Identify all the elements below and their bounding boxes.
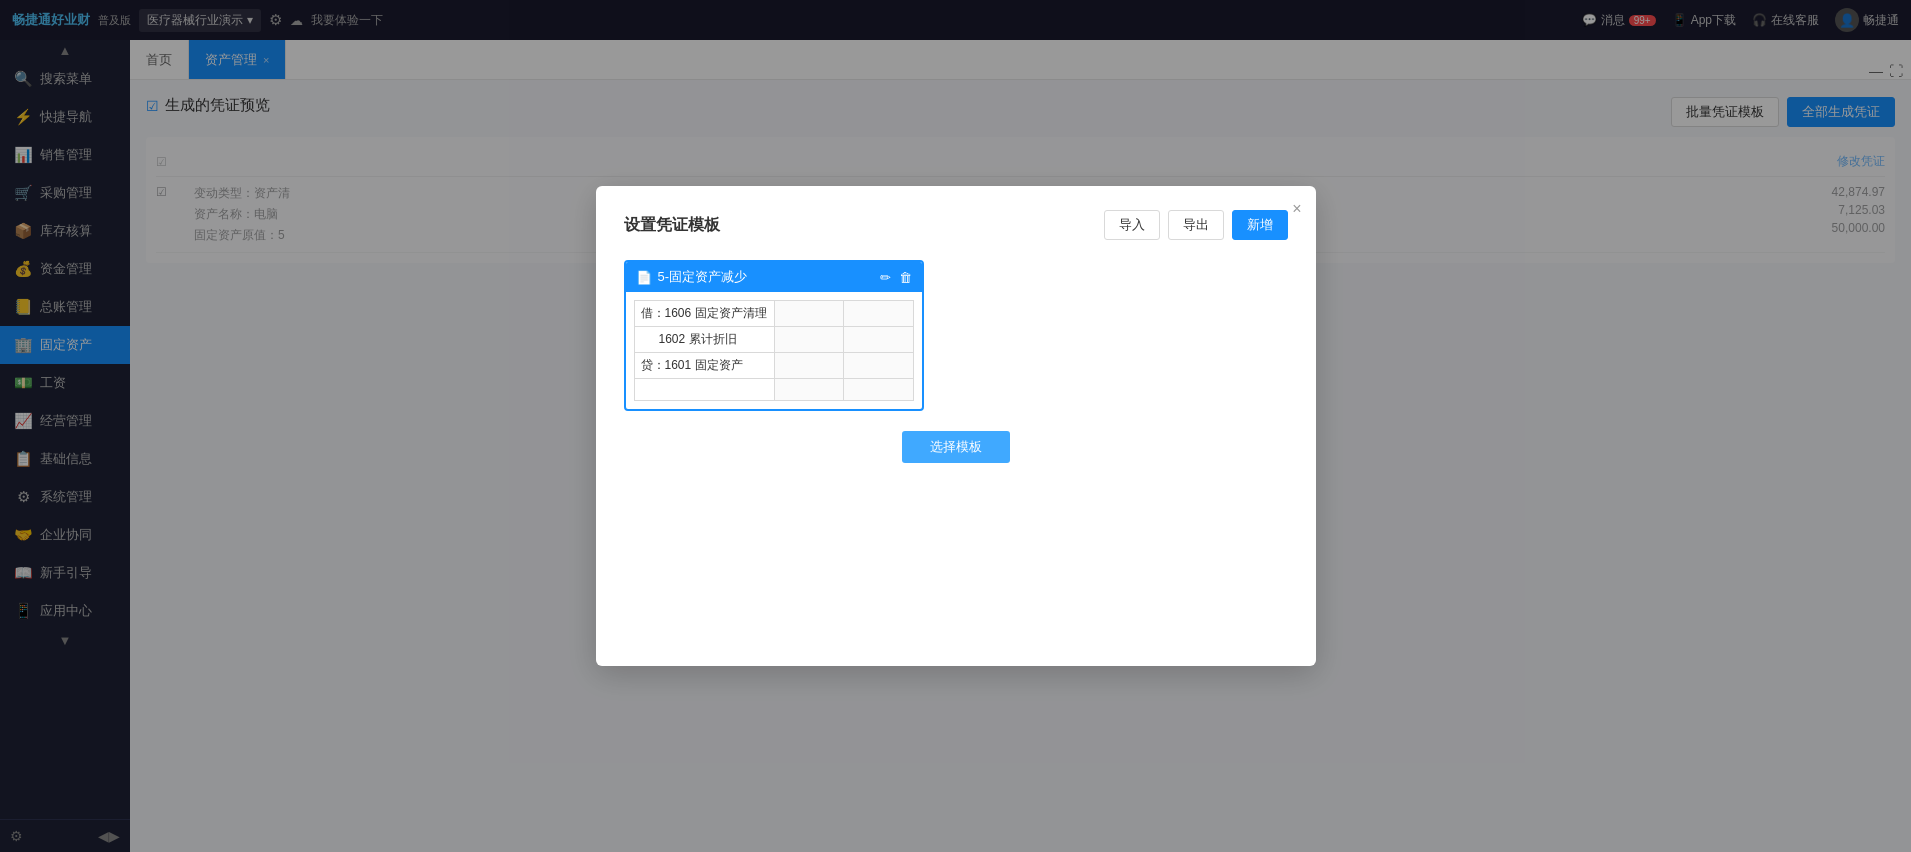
entry-credit-1 (844, 327, 914, 353)
template-card-header: 📄 5-固定资产减少 ✏ 🗑 (626, 262, 922, 292)
table-row: 1602 累计折旧 (634, 327, 913, 353)
entry-debit-1 (774, 327, 844, 353)
template-card-title-area: 📄 5-固定资产减少 (636, 268, 748, 286)
modal-close-button[interactable]: × (1292, 200, 1301, 218)
template-card: 📄 5-固定资产减少 ✏ 🗑 借：1606 固定资产清理 (624, 260, 924, 411)
select-template-button[interactable]: 选择模板 (902, 431, 1010, 463)
entry-type-2: 贷：1601 固定资产 (634, 353, 774, 379)
template-card-actions: ✏ 🗑 (880, 270, 912, 285)
export-button[interactable]: 导出 (1168, 210, 1224, 240)
table-row (634, 379, 913, 401)
template-name: 5-固定资产减少 (658, 268, 748, 286)
modal-header-buttons: 导入 导出 新增 (1104, 210, 1288, 240)
select-template-area: 选择模板 (624, 431, 1288, 463)
modal-set-template: × 设置凭证模板 导入 导出 新增 📄 5-固定资产减少 ✏ 🗑 (596, 186, 1316, 666)
entry-type-0: 借：1606 固定资产清理 (634, 301, 774, 327)
entry-debit-0 (774, 301, 844, 327)
import-button[interactable]: 导入 (1104, 210, 1160, 240)
template-edit-icon[interactable]: ✏ (880, 270, 891, 285)
entry-debit-2 (774, 353, 844, 379)
template-table: 借：1606 固定资产清理 1602 累计折旧 贷：1601 固定资产 (634, 300, 914, 401)
entry-credit-2 (844, 353, 914, 379)
entry-type-3 (634, 379, 774, 401)
template-doc-icon: 📄 (636, 270, 652, 285)
table-row: 借：1606 固定资产清理 (634, 301, 913, 327)
new-button[interactable]: 新增 (1232, 210, 1288, 240)
entry-debit-3 (774, 379, 844, 401)
template-body: 借：1606 固定资产清理 1602 累计折旧 贷：1601 固定资产 (626, 292, 922, 409)
table-row: 贷：1601 固定资产 (634, 353, 913, 379)
modal-header: 设置凭证模板 导入 导出 新增 (624, 210, 1288, 240)
modal-title: 设置凭证模板 (624, 215, 720, 236)
entry-credit-0 (844, 301, 914, 327)
entry-type-1: 1602 累计折旧 (634, 327, 774, 353)
template-delete-icon[interactable]: 🗑 (899, 270, 912, 285)
entry-credit-3 (844, 379, 914, 401)
modal-overlay: × 设置凭证模板 导入 导出 新增 📄 5-固定资产减少 ✏ 🗑 (0, 0, 1911, 852)
